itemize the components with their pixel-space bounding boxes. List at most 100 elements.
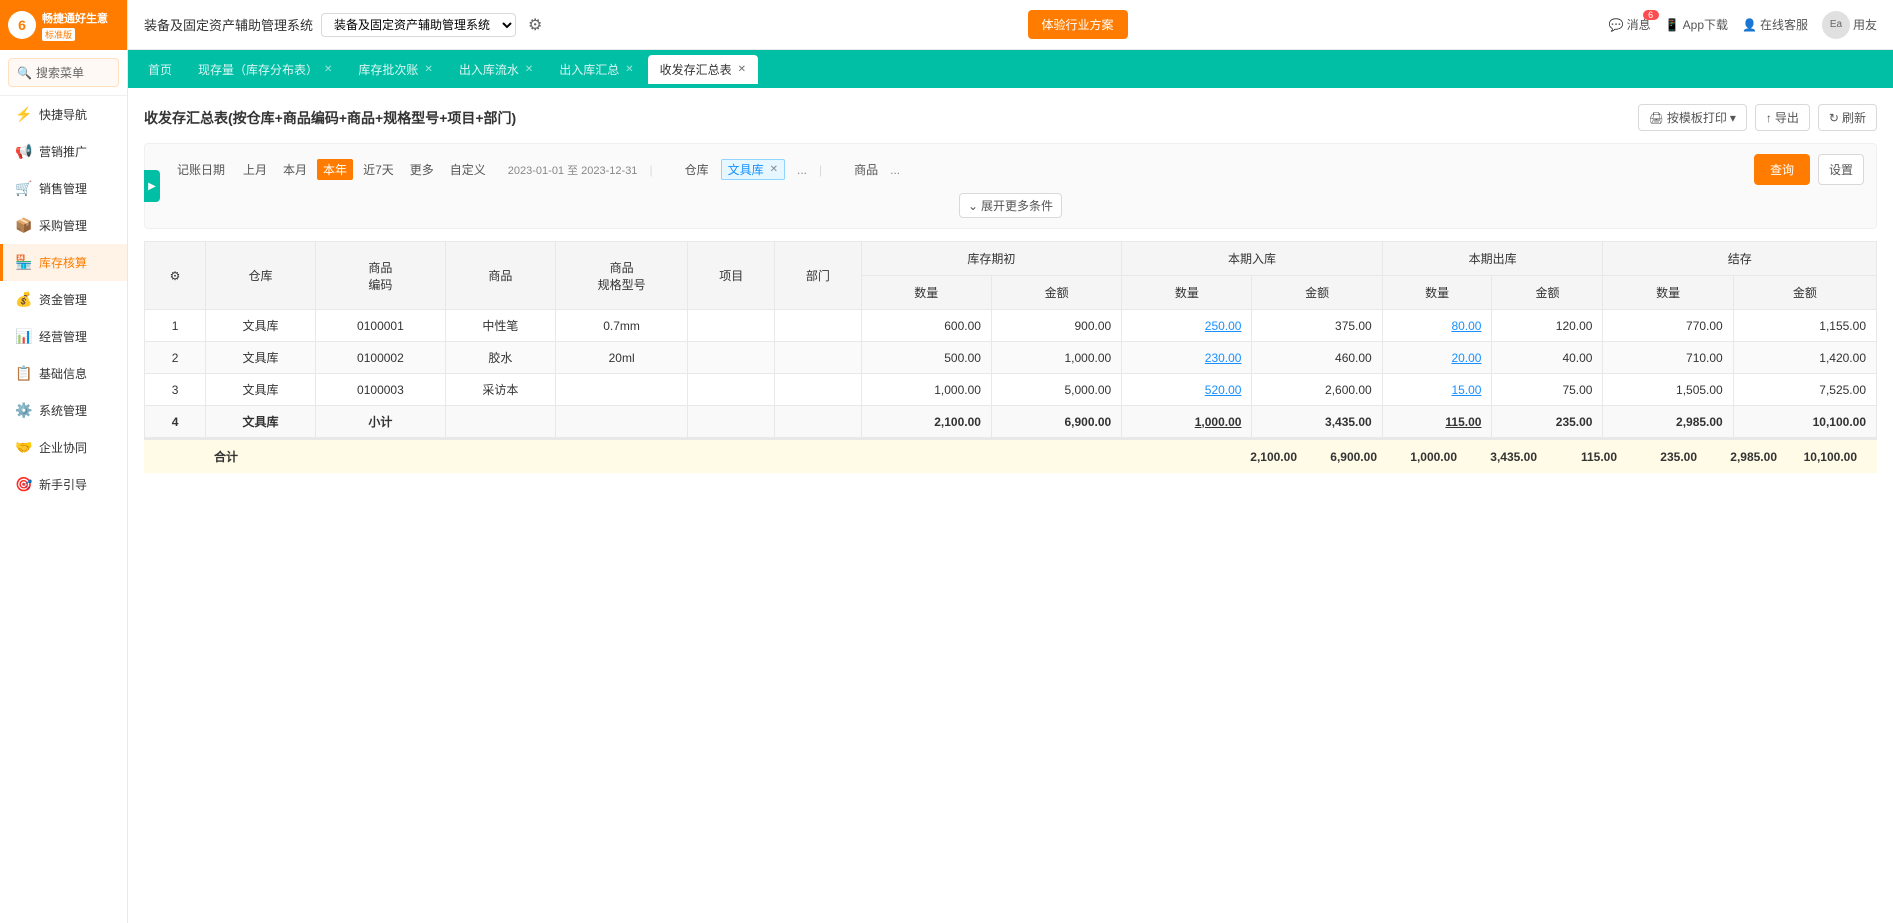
row-department xyxy=(775,310,862,342)
table-settings-header[interactable]: ⚙ xyxy=(145,242,206,310)
row-in-qty[interactable]: 250.00 xyxy=(1122,310,1252,342)
balance-qty-header: 数量 xyxy=(1603,276,1733,310)
row-goods-code: 0100001 xyxy=(315,310,445,342)
date-shortcut-本年[interactable]: 本年 xyxy=(317,159,353,180)
sidebar-item-newbie[interactable]: 🎯新手引导 xyxy=(0,466,127,503)
page-inner: 收发存汇总表(按仓库+商品编码+商品+规格型号+项目+部门) 🖨 按模板打印 ▾… xyxy=(128,88,1893,923)
tab-close-icon[interactable]: ✕ xyxy=(625,64,633,75)
row-goods-code: 0100003 xyxy=(315,374,445,406)
settings-icon[interactable]: ⚙ xyxy=(524,11,546,39)
logo-text: 畅捷通好生意 标准版 xyxy=(42,10,108,41)
table-wrapper: ⚙ 仓库 商品编码 商品 商品规格型号 项目 部门 库存期初 本期入库 本期出库… xyxy=(144,241,1877,438)
row-opening-qty: 500.00 xyxy=(861,342,991,374)
row-warehouse: 文具库 xyxy=(206,374,316,406)
row-project xyxy=(688,310,775,342)
table-footer: 合计 2,100.00 6,900.00 1,000.00 3,435.00 1… xyxy=(144,438,1877,473)
page-header: 收发存汇总表(按仓库+商品编码+商品+规格型号+项目+部门) 🖨 按模板打印 ▾… xyxy=(144,104,1877,131)
row-out-qty[interactable]: 80.00 xyxy=(1382,310,1492,342)
purchase-icon: 📦 xyxy=(15,217,33,234)
tab-close-icon[interactable]: ✕ xyxy=(324,64,332,75)
total-balance-amt: 10,100.00 xyxy=(1787,450,1867,464)
total-out-amt: 235.00 xyxy=(1627,450,1707,464)
row-opening-qty: 600.00 xyxy=(861,310,991,342)
sidebar-item-finance[interactable]: 💰资金管理 xyxy=(0,281,127,318)
goods-spec-header: 商品规格型号 xyxy=(555,242,688,310)
row-goods-spec: 20ml xyxy=(555,342,688,374)
subtotal-out-amt: 235.00 xyxy=(1492,406,1603,438)
sidebar-item-purchase[interactable]: 📦采购管理 xyxy=(0,207,127,244)
date-shortcut-更多[interactable]: 更多 xyxy=(404,159,440,180)
sidebar-item-sales[interactable]: 🛒销售管理 xyxy=(0,170,127,207)
row-balance-qty: 1,505.00 xyxy=(1603,374,1733,406)
settings-button[interactable]: 设置 xyxy=(1818,154,1864,185)
sidebar-nav: ⚡快捷导航📢营销推广🛒销售管理📦采购管理🏪库存核算💰资金管理📊经营管理📋基础信息… xyxy=(0,96,127,923)
tab-home[interactable]: 首页 xyxy=(136,55,184,84)
date-shortcut-近7天[interactable]: 近7天 xyxy=(357,159,400,180)
sidebar-item-operations[interactable]: 📊经营管理 xyxy=(0,318,127,355)
row-project xyxy=(688,342,775,374)
tab-close-icon[interactable]: ✕ xyxy=(525,64,533,75)
tab-close-icon[interactable]: ✕ xyxy=(738,64,746,75)
subtotal-opening-qty: 2,100.00 xyxy=(861,406,991,438)
opening-amt-header: 金额 xyxy=(991,276,1121,310)
row-warehouse: 文具库 xyxy=(206,310,316,342)
date-shortcut-自定义[interactable]: 自定义 xyxy=(444,159,492,180)
goods-more[interactable]: ... xyxy=(890,163,900,177)
row-in-qty[interactable]: 230.00 xyxy=(1122,342,1252,374)
message-icon: 💬 xyxy=(1609,18,1624,32)
topbar: 装备及固定资产辅助管理系统 装备及固定资产辅助管理系统 ⚙ 体验行业方案 💬 消… xyxy=(128,0,1893,50)
sidebar-item-label: 新手引导 xyxy=(39,476,87,493)
tab-recv-send-summary[interactable]: 收发存汇总表✕ xyxy=(648,55,758,84)
sidebar-item-base-info[interactable]: 📋基础信息 xyxy=(0,355,127,392)
sidebar-item-enterprise[interactable]: 🤝企业协同 xyxy=(0,429,127,466)
tab-inout-summary[interactable]: 出入库汇总 ✕ xyxy=(547,55,645,84)
export-button[interactable]: ↑ 导出 xyxy=(1755,104,1810,131)
total-opening-qty: 2,100.00 xyxy=(1227,450,1307,464)
print-button[interactable]: 🖨 按模板打印 ▾ xyxy=(1638,104,1747,131)
warehouse-tag-close[interactable]: ✕ xyxy=(770,164,778,175)
sidebar-item-quick-nav[interactable]: ⚡快捷导航 xyxy=(0,96,127,133)
tab-batch-ledger[interactable]: 库存批次账✕ xyxy=(346,55,444,84)
search-label: 搜索菜单 xyxy=(36,64,84,81)
search-menu-button[interactable]: 🔍 搜索菜单 xyxy=(8,58,119,87)
row-out-qty[interactable]: 15.00 xyxy=(1382,374,1492,406)
filter-expand-button[interactable]: ▶ xyxy=(144,170,160,202)
online-service-action[interactable]: 👤 在线客服 xyxy=(1742,16,1808,33)
sidebar-item-marketing[interactable]: 📢营销推广 xyxy=(0,133,127,170)
experience-button[interactable]: 体验行业方案 xyxy=(1028,10,1128,39)
marketing-icon: 📢 xyxy=(15,143,33,160)
out-amt-header: 金额 xyxy=(1492,276,1603,310)
total-opening-amt: 6,900.00 xyxy=(1307,450,1387,464)
subtotal-balance-amt: 10,100.00 xyxy=(1733,406,1876,438)
row-opening-qty: 1,000.00 xyxy=(861,374,991,406)
operations-icon: 📊 xyxy=(15,328,33,345)
system-selector[interactable]: 装备及固定资产辅助管理系统 xyxy=(321,13,516,37)
download-icon: 📱 xyxy=(1665,18,1680,32)
date-shortcut-上月[interactable]: 上月 xyxy=(237,159,273,180)
user-action[interactable]: Ea 用友 xyxy=(1822,11,1877,39)
tab-close-icon[interactable]: ✕ xyxy=(424,64,432,75)
sidebar-item-system[interactable]: ⚙️系统管理 xyxy=(0,392,127,429)
expand-conditions-button[interactable]: ⌄ 展开更多条件 xyxy=(959,193,1062,218)
tab-inout-flow[interactable]: 出入库流水✕ xyxy=(447,55,545,84)
row-department xyxy=(775,342,862,374)
tab-label: 出入库汇总 xyxy=(559,61,619,78)
app-download-action[interactable]: 📱 App下载 xyxy=(1665,16,1728,33)
tab-inventory-dist[interactable]: 现存量（库存分布表）✕ xyxy=(186,55,344,84)
row-out-amt: 75.00 xyxy=(1492,374,1603,406)
row-in-qty[interactable]: 520.00 xyxy=(1122,374,1252,406)
message-action[interactable]: 💬 消息 6 xyxy=(1609,16,1651,33)
subtotal-out-qty: 115.00 xyxy=(1382,406,1492,438)
goods-label: 商品 xyxy=(854,161,878,178)
subtotal-in-qty: 1,000.00 xyxy=(1122,406,1252,438)
row-department xyxy=(775,374,862,406)
warehouse-more[interactable]: ... xyxy=(797,163,807,177)
export-label: 导出 xyxy=(1775,109,1799,126)
date-shortcut-本月[interactable]: 本月 xyxy=(277,159,313,180)
out-qty-header: 数量 xyxy=(1382,276,1492,310)
query-button[interactable]: 查询 xyxy=(1754,154,1810,185)
row-goods-code: 0100002 xyxy=(315,342,445,374)
row-out-qty[interactable]: 20.00 xyxy=(1382,342,1492,374)
sidebar-item-inventory[interactable]: 🏪库存核算 xyxy=(0,244,127,281)
refresh-button[interactable]: ↻ 刷新 xyxy=(1818,104,1877,131)
